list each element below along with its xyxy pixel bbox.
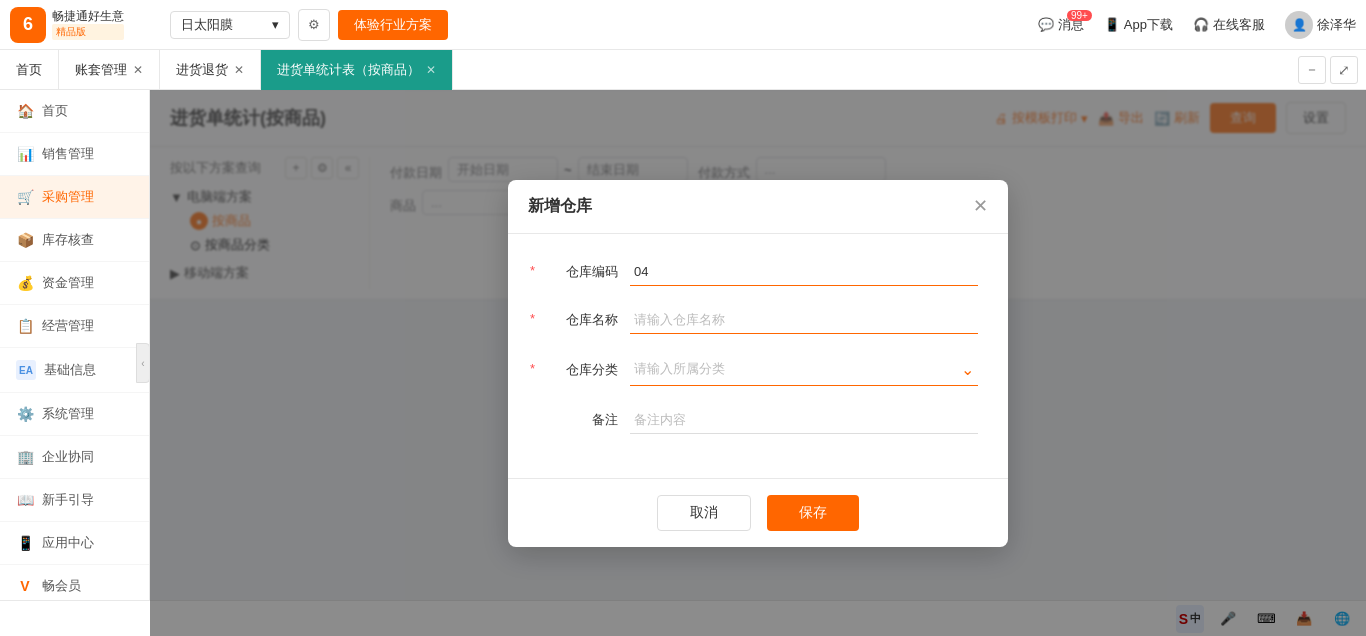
basic-icon: EA	[16, 360, 36, 380]
form-row-category: 仓库分类 请输入所属分类 ⌄	[538, 354, 978, 386]
tab-controls: － ⤢	[1298, 56, 1366, 84]
page-content: 进货单统计(按商品) 🖨 按模板打印 ▾ 📤 导出 🔄 刷新	[150, 90, 1366, 636]
sidebar-item-system[interactable]: ⚙️ 系统管理	[0, 393, 149, 436]
finance-icon: 💰	[16, 274, 34, 292]
online-service-btn[interactable]: 🎧 在线客服	[1193, 16, 1265, 34]
name-input[interactable]	[630, 306, 978, 334]
home-icon: 🏠	[16, 102, 34, 120]
tab-home[interactable]: 首页	[0, 50, 59, 90]
name-label: 仓库名称	[538, 311, 618, 329]
sidebar-item-basic[interactable]: EA 基础信息	[0, 348, 149, 393]
sidebar-item-enterprise[interactable]: 🏢 企业协同	[0, 436, 149, 479]
system-icon: ⚙️	[16, 405, 34, 423]
headset-icon: 🎧	[1193, 17, 1209, 32]
tab-minimize-btn[interactable]: －	[1298, 56, 1326, 84]
operation-icon: 📋	[16, 317, 34, 335]
sidebar-item-operation[interactable]: 📋 经营管理	[0, 305, 149, 348]
tab-account[interactable]: 账套管理 ✕	[59, 50, 160, 90]
logo-icon: 6	[10, 7, 46, 43]
code-label: 仓库编码	[538, 263, 618, 281]
trial-button[interactable]: 体验行业方案	[338, 10, 448, 40]
brand-name: 畅捷通好生意	[52, 9, 124, 25]
category-select[interactable]: 请输入所属分类 ⌄	[630, 354, 978, 386]
notification-badge: 99+	[1067, 10, 1092, 21]
main-layout: 🏠 首页 📊 销售管理 🛒 采购管理 📦 库存核查 💰 资金管理 📋 经营管理 …	[0, 90, 1366, 636]
inventory-icon: 📦	[16, 231, 34, 249]
sidebar-item-inventory[interactable]: 📦 库存核查	[0, 219, 149, 262]
message-icon: 💬	[1038, 17, 1054, 32]
modal-close-btn[interactable]: ✕	[973, 197, 988, 215]
close-tab-account[interactable]: ✕	[133, 63, 143, 77]
guide-icon: 📖	[16, 491, 34, 509]
modal-header: 新增仓库 ✕	[508, 180, 1008, 234]
modal-footer: 取消 保存	[508, 478, 1008, 547]
notification-btn[interactable]: 💬 消息 99+	[1038, 16, 1084, 34]
tab-expand-btn[interactable]: ⤢	[1330, 56, 1358, 84]
form-row-note: 备注	[538, 406, 978, 434]
category-dropdown-icon: ⌄	[961, 360, 974, 379]
username: 徐泽华	[1317, 16, 1356, 34]
top-bar: 6 畅捷通好生意 精品版 日太阳膜 ▾ ⚙ 体验行业方案 💬 消息 99+ 📱 …	[0, 0, 1366, 50]
sidebar-item-apps[interactable]: 📱 应用中心	[0, 522, 149, 565]
note-label: 备注	[538, 411, 618, 429]
tab-bar: 首页 账套管理 ✕ 进货退货 ✕ 进货单统计表（按商品） ✕ － ⤢	[0, 50, 1366, 90]
category-placeholder: 请输入所属分类	[634, 360, 725, 378]
category-label: 仓库分类	[538, 361, 618, 379]
avatar: 👤	[1285, 11, 1313, 39]
enterprise-icon: 🏢	[16, 448, 34, 466]
modal-body: 仓库编码 仓库名称 仓库分类 请输入所属分类 ⌄	[508, 234, 1008, 478]
top-right-area: 💬 消息 99+ 📱 App下载 🎧 在线客服 👤 徐泽华	[1038, 11, 1356, 39]
apps-icon: 📱	[16, 534, 34, 552]
sidebar-item-sales[interactable]: 📊 销售管理	[0, 133, 149, 176]
sales-icon: 📊	[16, 145, 34, 163]
settings-icon[interactable]: ⚙	[298, 9, 330, 41]
form-row-code: 仓库编码	[538, 258, 978, 286]
brand-sub: 精品版	[52, 24, 124, 40]
cancel-button[interactable]: 取消	[657, 495, 751, 531]
purchase-icon: 🛒	[16, 188, 34, 206]
tab-purchase-stat[interactable]: 进货单统计表（按商品） ✕	[261, 50, 453, 90]
add-warehouse-modal: 新增仓库 ✕ 仓库编码 仓库名称 仓库分类	[508, 180, 1008, 547]
sidebar-item-guide[interactable]: 📖 新手引导	[0, 479, 149, 522]
chevron-down-icon: ▾	[272, 17, 279, 32]
sidebar-collapse-btn[interactable]: ‹	[136, 343, 150, 383]
sidebar-item-purchase[interactable]: 🛒 采购管理	[0, 176, 149, 219]
save-button[interactable]: 保存	[767, 495, 859, 531]
code-input[interactable]	[630, 258, 978, 286]
sidebar: 🏠 首页 📊 销售管理 🛒 采购管理 📦 库存核查 💰 资金管理 📋 经营管理 …	[0, 90, 150, 636]
form-row-name: 仓库名称	[538, 306, 978, 334]
close-tab-purchase-stat[interactable]: ✕	[426, 63, 436, 77]
modal-overlay: 新增仓库 ✕ 仓库编码 仓库名称 仓库分类	[150, 90, 1366, 636]
sidebar-item-home[interactable]: 🏠 首页	[0, 90, 149, 133]
tab-purchase-return[interactable]: 进货退货 ✕	[160, 50, 261, 90]
user-area[interactable]: 👤 徐泽华	[1285, 11, 1356, 39]
app-download-btn[interactable]: 📱 App下载	[1104, 16, 1173, 34]
phone-icon: 📱	[1104, 17, 1120, 32]
store-selector[interactable]: 日太阳膜 ▾	[170, 11, 290, 39]
member-icon: V	[16, 577, 34, 595]
sidebar-item-finance[interactable]: 💰 资金管理	[0, 262, 149, 305]
logo-area: 6 畅捷通好生意 精品版	[10, 7, 160, 43]
modal-title: 新增仓库	[528, 196, 592, 217]
note-input[interactable]	[630, 406, 978, 434]
close-tab-purchase-return[interactable]: ✕	[234, 63, 244, 77]
